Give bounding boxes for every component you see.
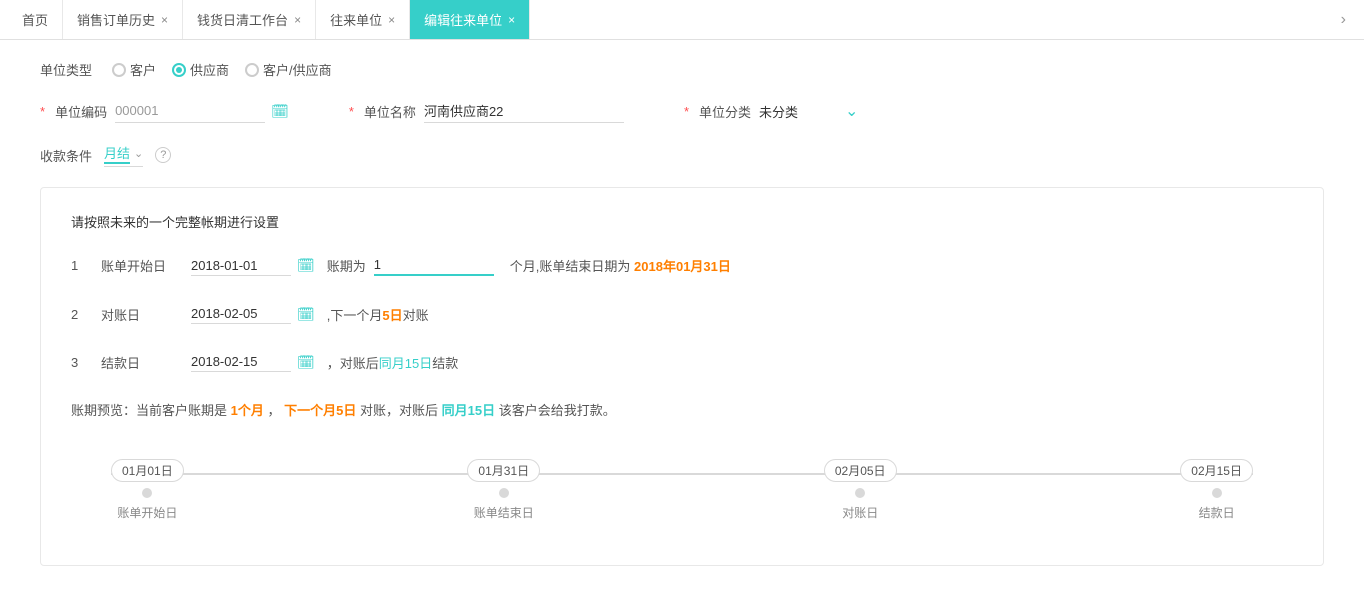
timeline: 01月01日 账单开始日 01月31日 账单结束日 02月05日 对账日 02月… (71, 439, 1293, 541)
tab-home[interactable]: 首页 (8, 0, 63, 39)
pay-condition-select[interactable]: 月结 ⌄ (104, 143, 143, 167)
timeline-tag-1: 01月01日 (111, 459, 184, 482)
timeline-label-3: 对账日 (842, 504, 878, 521)
reconcile-date-input[interactable] (191, 304, 291, 324)
help-icon[interactable]: ? (155, 147, 171, 163)
unit-category-select[interactable]: 未分类 ⌄ (759, 101, 858, 121)
timeline-point-1: 01月01日 账单开始日 (111, 459, 184, 521)
radio-supplier[interactable]: 供应商 (172, 60, 229, 79)
unit-type-label: 单位类型 (40, 60, 92, 79)
unit-type-radio-group: 客户 供应商 客户/供应商 (112, 60, 332, 79)
tab-bar: 首页 销售订单历史 × 钱货日清工作台 × 往来单位 × 编辑往来单位 × › (0, 0, 1364, 40)
start-date-input[interactable] (191, 256, 291, 276)
timeline-tag-2: 01月31日 (467, 459, 540, 482)
period-panel: 请按照未来的一个完整帐期进行设置 1 账单开始日 🗓 账期为 个月,账单结束日期… (40, 187, 1324, 566)
timeline-tag-3: 02月05日 (824, 459, 897, 482)
close-sales-history[interactable]: × (161, 14, 168, 26)
unit-code-icon[interactable]: 🗓 (271, 103, 289, 120)
tab-cashier-workbench[interactable]: 钱货日清工作台 × (183, 0, 316, 39)
timeline-dot-4 (1212, 488, 1222, 498)
radio-supplier-circle (172, 63, 186, 77)
unit-type-row: 单位类型 客户 供应商 客户/供应商 (40, 60, 1324, 79)
unit-name-label: 单位名称 (364, 102, 416, 121)
close-edit-partner[interactable]: × (508, 14, 515, 26)
pay-condition-label: 收款条件 (40, 146, 92, 165)
timeline-dot-2 (499, 488, 509, 498)
preview-text: 账期预览：当前客户账期是 1个月 ， 下一个月5日 对账，对账后 同月15日 该… (71, 400, 1293, 419)
pay-condition-row: 收款条件 月结 ⌄ ? (40, 143, 1324, 167)
radio-customer[interactable]: 客户 (112, 60, 156, 79)
period-row-3: 3 结款日 🗓 ，对账后同月15日结款 (71, 352, 1293, 372)
reconcile-date-icon[interactable]: 🗓 (297, 306, 315, 323)
unit-code-wrapper: 🗓 (115, 99, 289, 123)
unit-code-name-row: * 单位编码 🗓 * 单位名称 * 单位分类 未分类 ⌄ (40, 99, 1324, 123)
tab-expand-icon[interactable]: › (1331, 0, 1356, 39)
unit-code-input[interactable] (115, 99, 265, 123)
timeline-point-4: 02月15日 结款日 (1180, 459, 1253, 521)
timeline-point-2: 01月31日 账单结束日 (467, 459, 540, 521)
unit-code-label: 单位编码 (55, 102, 107, 121)
unit-name-input[interactable] (424, 99, 624, 123)
radio-customer-supplier-circle (245, 63, 259, 77)
radio-customer-circle (112, 63, 126, 77)
timeline-dot-3 (855, 488, 865, 498)
payment-date-wrapper: 🗓 (191, 352, 315, 372)
payment-desc: ，对账后同月15日结款 (327, 353, 459, 372)
timeline-tag-4: 02月15日 (1180, 459, 1253, 482)
close-partner-list[interactable]: × (388, 14, 395, 26)
timeline-point-3: 02月05日 对账日 (824, 459, 897, 521)
payment-date-input[interactable] (191, 352, 291, 372)
start-date-icon[interactable]: 🗓 (297, 257, 315, 274)
panel-hint: 请按照未来的一个完整帐期进行设置 (71, 212, 1293, 231)
timeline-label-1: 账单开始日 (117, 504, 177, 521)
start-date-wrapper: 🗓 (191, 256, 315, 276)
tab-partner-list[interactable]: 往来单位 × (316, 0, 410, 39)
category-down-icon: ⌄ (845, 101, 858, 121)
timeline-label-4: 结款日 (1199, 504, 1235, 521)
unit-category-value: 未分类 (759, 102, 839, 121)
month-input[interactable] (374, 255, 494, 276)
timeline-points: 01月01日 账单开始日 01月31日 账单结束日 02月05日 对账日 02月… (111, 459, 1253, 521)
timeline-dot-1 (142, 488, 152, 498)
period-desc-prefix: 账期为 (327, 256, 366, 275)
reconcile-desc: ,下一个月5日对账 (327, 305, 429, 324)
period-row-2: 2 对账日 🗓 ,下一个月5日对账 (71, 304, 1293, 324)
pay-condition-down-icon: ⌄ (134, 147, 143, 160)
period-end-date: 2018年01月31日 (634, 259, 731, 274)
period-row-1: 1 账单开始日 🗓 账期为 个月,账单结束日期为 2018年01月31日 (71, 255, 1293, 276)
reconcile-date-wrapper: 🗓 (191, 304, 315, 324)
payment-date-icon[interactable]: 🗓 (297, 354, 315, 371)
unit-category-label: 单位分类 (699, 102, 751, 121)
tab-edit-partner[interactable]: 编辑往来单位 × (410, 0, 530, 39)
pay-condition-value: 月结 (104, 143, 130, 164)
timeline-label-2: 账单结束日 (474, 504, 534, 521)
tab-sales-history[interactable]: 销售订单历史 × (63, 0, 183, 39)
main-content: 单位类型 客户 供应商 客户/供应商 * 单位编码 🗓 (0, 40, 1364, 608)
period-desc-suffix: 个月,账单结束日期为 2018年01月31日 (510, 256, 731, 275)
radio-customer-supplier[interactable]: 客户/供应商 (245, 60, 332, 79)
close-cashier-workbench[interactable]: × (294, 14, 301, 26)
